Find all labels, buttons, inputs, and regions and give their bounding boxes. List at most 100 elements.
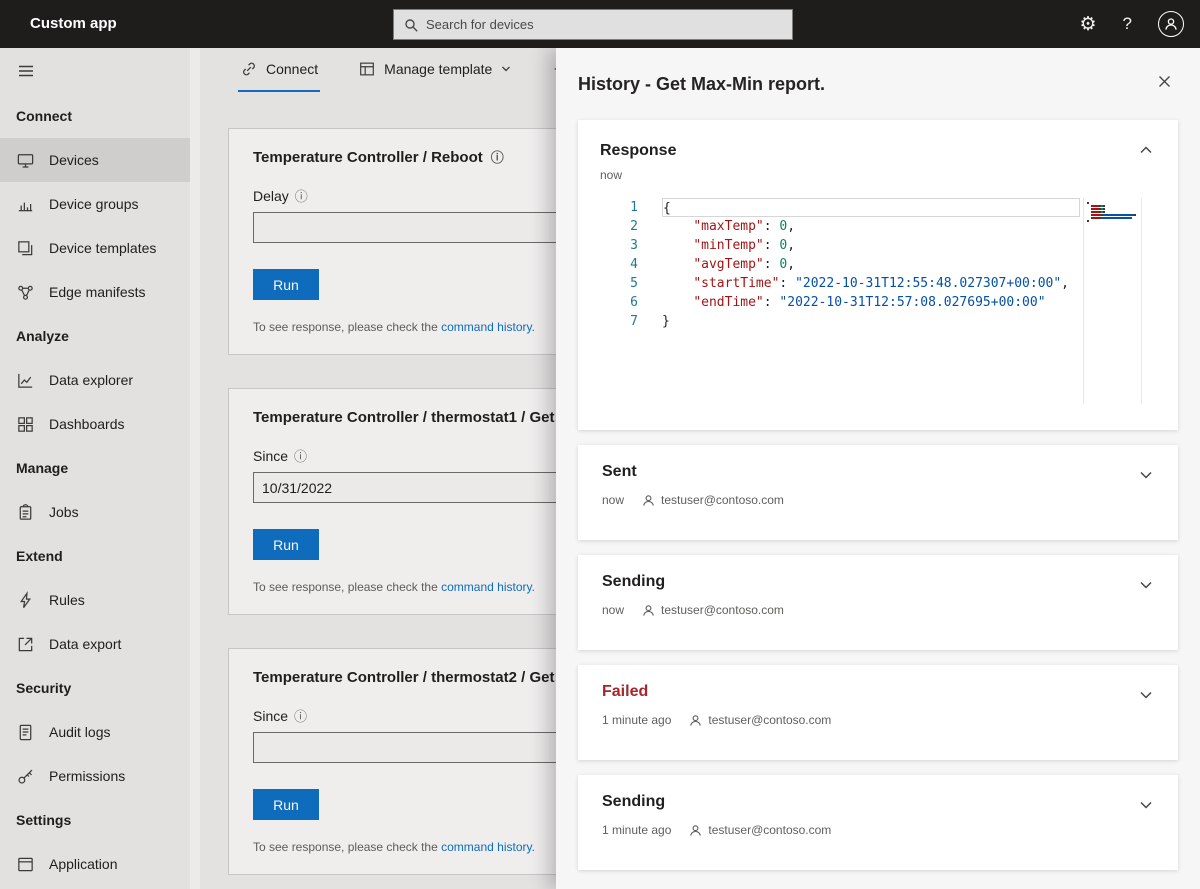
info-icon: ⓘ: [490, 150, 504, 165]
response-timestamp: now: [600, 168, 623, 182]
entry-user: testuser@contoso.com: [708, 823, 832, 837]
entry-status: Sending: [602, 573, 666, 590]
command-title-text: Temperature Controller / thermostat1 / G…: [253, 409, 555, 426]
response-title: Response: [600, 142, 677, 159]
data-export-icon: [16, 635, 35, 654]
panel-title: History - Get Max-Min report.: [578, 74, 826, 94]
permissions-icon: [16, 767, 35, 786]
app-title: Custom app: [30, 15, 117, 32]
history-entry-card: Sending now testuser@contoso.com: [578, 555, 1178, 650]
code-line[interactable]: 2 "maxTemp": 0,: [600, 217, 1080, 236]
command-history-link[interactable]: command history.: [441, 320, 535, 334]
sidebar-item-label: Edge manifests: [49, 284, 146, 300]
topbar-actions: ⚙ ?: [1079, 0, 1184, 48]
line-content: {: [662, 198, 1080, 217]
help-icon[interactable]: ?: [1123, 14, 1132, 34]
avatar[interactable]: [1158, 11, 1184, 37]
sidebar-item-rules[interactable]: Rules: [0, 578, 190, 622]
entry-user: testuser@contoso.com: [661, 603, 784, 617]
chevron-up-icon[interactable]: [1138, 142, 1154, 163]
sidebar-item-jobs[interactable]: Jobs: [0, 490, 190, 534]
response-card: Response now 1{2 "maxTemp": 0, 3 "minTemp…: [578, 120, 1178, 430]
sidebar-item-edge-manifests[interactable]: Edge manifests: [0, 270, 190, 314]
history-entry-card: Failed 1 minute ago testuser@contoso.com: [578, 665, 1178, 760]
person-icon: [689, 714, 702, 727]
info-icon: ⓘ: [294, 708, 308, 724]
sidebar-item-label: Data export: [49, 636, 122, 652]
chevron-down-icon: [500, 63, 512, 75]
code-line[interactable]: 5 "startTime": "2022-10-31T12:55:48.0273…: [600, 274, 1080, 293]
template-icon: [358, 60, 376, 78]
sidebar-item-device-groups[interactable]: Device groups: [0, 182, 190, 226]
minimap-line: [1087, 202, 1141, 204]
code-line[interactable]: 6 "endTime": "2022-10-31T12:57:08.027695…: [600, 293, 1080, 312]
history-entry-card: Sent now testuser@contoso.com: [578, 445, 1178, 540]
command-history-link[interactable]: command history.: [441, 840, 535, 854]
field-label-text: Delay: [253, 188, 289, 204]
sidebar-item-application[interactable]: Application: [0, 842, 190, 886]
minimap-line: [1087, 214, 1141, 216]
line-content: "endTime": "2022-10-31T12:57:08.027695+0…: [693, 295, 1046, 310]
rules-icon: [16, 590, 35, 610]
sidebar-item-permissions[interactable]: Permissions: [0, 754, 190, 798]
history-entries: Sent now testuser@contoso.com Sending now tes…: [556, 445, 1200, 870]
sidebar-scrollbar[interactable]: [190, 48, 200, 889]
command-history-link[interactable]: command history.: [441, 580, 535, 594]
chevron-down-icon[interactable]: [1138, 577, 1154, 598]
history-panel: History - Get Max-Min report. Response n…: [556, 48, 1200, 889]
search-box[interactable]: [393, 9, 793, 40]
person-icon: [642, 604, 655, 617]
tab-manage-template[interactable]: Manage template: [356, 48, 514, 92]
chevron-down-icon[interactable]: [1138, 467, 1154, 488]
sidebar-item-label: Rules: [49, 592, 85, 608]
info-icon: ⓘ: [294, 188, 308, 204]
settings-gear-icon[interactable]: ⚙: [1079, 13, 1096, 36]
code-editor[interactable]: 1{2 "maxTemp": 0, 3 "minTemp": 0, 4 "avgTe…: [600, 198, 1156, 404]
entry-status: Sent: [602, 463, 637, 480]
sidebar-item-devices[interactable]: Devices: [0, 138, 190, 182]
global-nav-button[interactable]: [0, 48, 200, 94]
chevron-down-icon[interactable]: [1138, 687, 1154, 708]
sidebar-item-label: Devices: [49, 152, 99, 168]
sidebar-item-label: Permissions: [49, 768, 126, 784]
run-button[interactable]: Run: [253, 529, 319, 560]
footer-text: To see response, please check the: [253, 840, 442, 854]
minimap-line: [1087, 205, 1141, 207]
run-button[interactable]: Run: [253, 269, 319, 300]
topbar: Custom app ⚙ ?: [0, 0, 1200, 48]
code-line[interactable]: 4 "avgTemp": 0,: [600, 255, 1080, 274]
code-line[interactable]: 1{: [600, 198, 1080, 217]
close-icon[interactable]: [1157, 74, 1172, 94]
sidebar-nav: Connect Devices Device groups Device templa…: [0, 94, 200, 886]
sidebar-item-data-explorer[interactable]: Data explorer: [0, 358, 190, 402]
run-button[interactable]: Run: [253, 789, 319, 820]
audit-logs-icon: [16, 723, 35, 742]
line-number: 4: [630, 257, 638, 272]
panel-header: History - Get Max-Min report.: [556, 48, 1200, 120]
field-label-text: Since: [253, 448, 289, 464]
code-lines: 1{2 "maxTemp": 0, 3 "minTemp": 0, 4 "avgTe…: [600, 198, 1080, 331]
editor-scrollbar[interactable]: [1141, 198, 1156, 404]
code-line[interactable]: 7}: [600, 312, 1080, 331]
code-line[interactable]: 3 "minTemp": 0,: [600, 236, 1080, 255]
entry-timestamp: now: [602, 603, 625, 617]
sidebar-item-label: Dashboards: [49, 416, 125, 432]
dashboards-icon: [16, 415, 35, 434]
tab-connect[interactable]: Connect: [238, 48, 321, 92]
entry-user: testuser@contoso.com: [708, 713, 832, 727]
command-title-text: Temperature Controller / Reboot: [253, 149, 483, 166]
entry-status: Failed: [602, 683, 649, 700]
tab-label: Connect: [266, 61, 319, 77]
search-input[interactable]: [426, 17, 766, 32]
sidebar-item-device-templates[interactable]: Device templates: [0, 226, 190, 270]
sidebar-item-audit-logs[interactable]: Audit logs: [0, 710, 190, 754]
minimap[interactable]: [1083, 198, 1141, 404]
sidebar: Connect Devices Device groups Device templa…: [0, 48, 200, 889]
sidebar-item-dashboards[interactable]: Dashboards: [0, 402, 190, 446]
line-content: "minTemp": 0,: [693, 238, 796, 253]
sidebar-item-data-export[interactable]: Data export: [0, 622, 190, 666]
minimap-line: [1087, 211, 1141, 213]
line-content: "startTime": "2022-10-31T12:55:48.027307…: [693, 276, 1069, 291]
entry-meta: now testuser@contoso.com: [602, 493, 1154, 507]
chevron-down-icon[interactable]: [1138, 797, 1154, 818]
